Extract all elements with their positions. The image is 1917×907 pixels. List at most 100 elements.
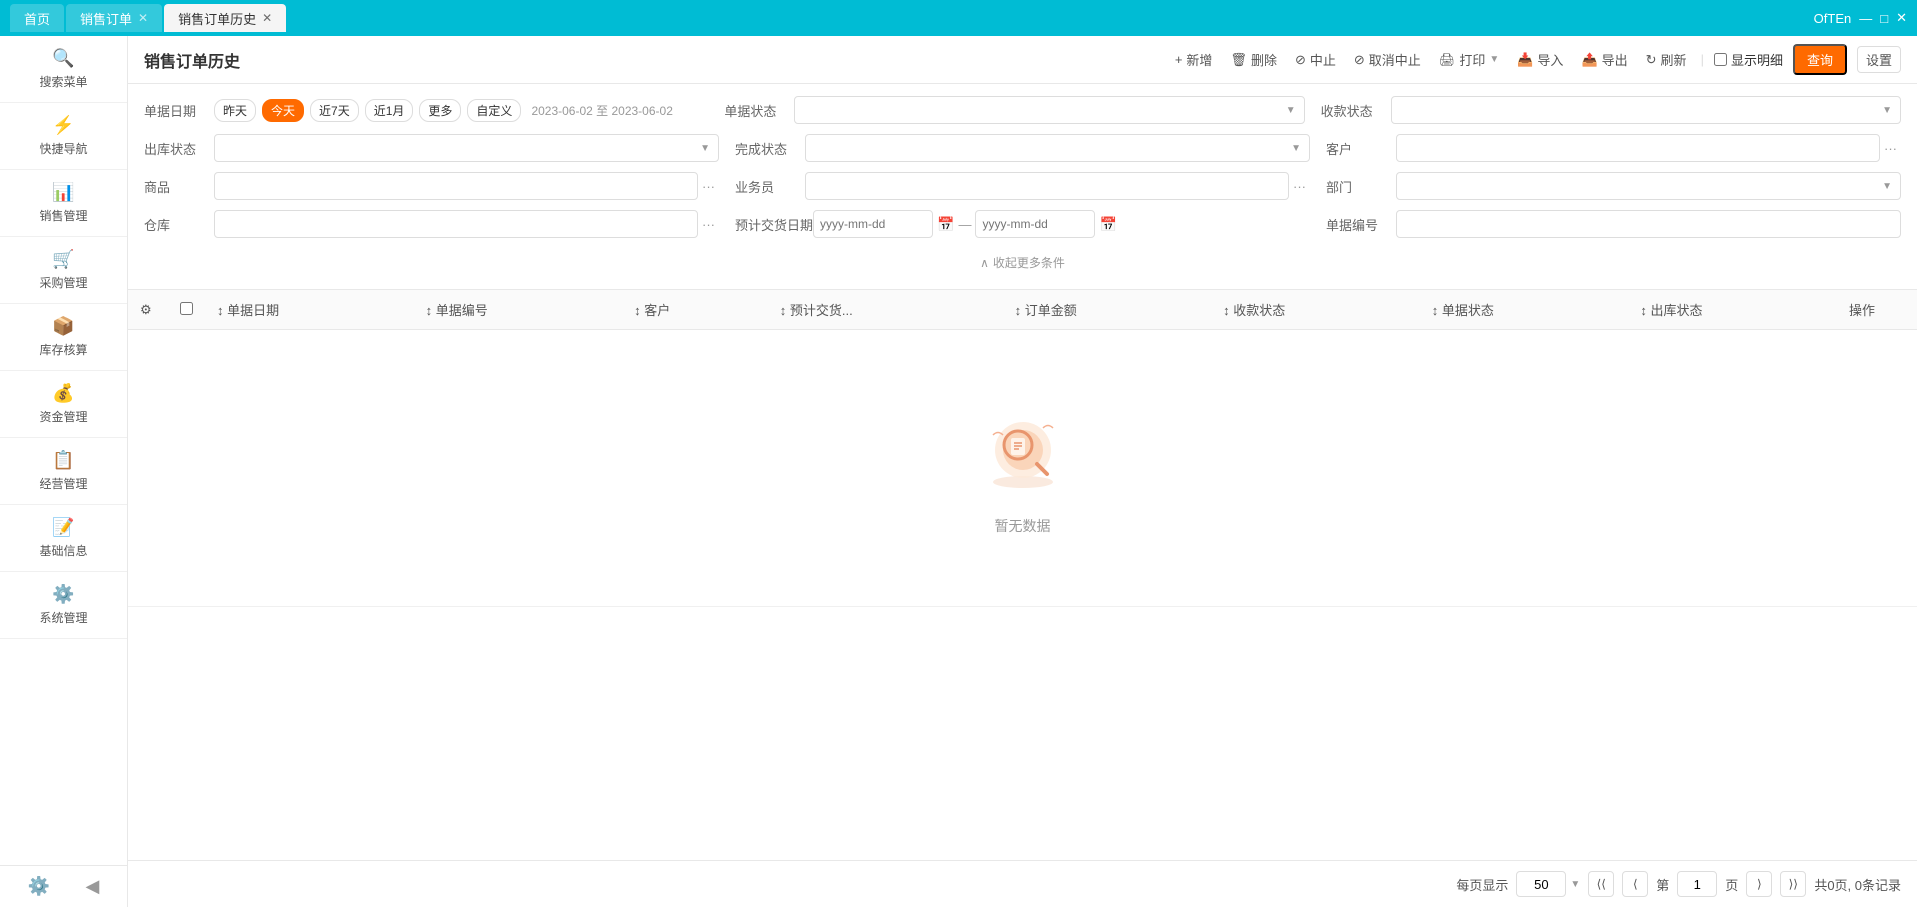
empty-state-row: 暂无数据 — [128, 330, 1917, 607]
table-body: 暂无数据 — [128, 330, 1917, 607]
product-label: 商品 — [144, 177, 214, 196]
query-label: 查询 — [1807, 50, 1833, 69]
col-bill-status: ↕ 单据状态 — [1420, 290, 1629, 330]
product-input[interactable] — [214, 172, 698, 200]
receipt-status-label: 收款状态 — [1321, 101, 1391, 120]
stop-button[interactable]: ⊘ 中止 — [1291, 48, 1340, 71]
col-delivery-date: ↕ 预计交货... — [768, 290, 1003, 330]
warehouse-input[interactable] — [214, 210, 698, 238]
sidebar-item-base-info[interactable]: 📝 基础信息 — [0, 505, 127, 572]
table-area: ⚙ ↕ 单据日期 ↕ 单据编号 — [128, 290, 1917, 860]
sidebar-collapse-icon[interactable]: ◀ — [85, 876, 99, 897]
print-label: 打印 — [1459, 50, 1485, 69]
cancel-stop-icon: ⊘ — [1354, 52, 1365, 68]
bill-status-arrow: ▼ — [1286, 105, 1296, 116]
window-close-btn[interactable]: ✕ — [1896, 10, 1907, 26]
sidebar-settings-icon[interactable]: ⚙️ — [28, 876, 50, 897]
sidebar-item-purchase-mgmt[interactable]: 🛒 采购管理 — [0, 237, 127, 304]
stop-label: 中止 — [1310, 50, 1336, 69]
warehouse-label: 仓库 — [144, 215, 214, 234]
calendar-end-icon[interactable]: 📅 — [1099, 216, 1116, 233]
customer-dots[interactable]: ··· — [1880, 141, 1901, 156]
product-dots[interactable]: ··· — [698, 179, 719, 194]
refresh-icon: ↻ — [1646, 52, 1657, 68]
salesman-dots[interactable]: ··· — [1289, 179, 1310, 194]
bill-number-input[interactable] — [1396, 210, 1901, 238]
col-operation: 操作 — [1837, 290, 1917, 330]
sidebar-item-sales-mgmt[interactable]: 📊 销售管理 — [0, 170, 127, 237]
sidebar-item-quick-nav[interactable]: ⚡ 快捷导航 — [0, 103, 127, 170]
current-page-input[interactable] — [1677, 871, 1717, 897]
collapse-bar[interactable]: ∧ 收起更多条件 — [144, 248, 1901, 277]
window-max-btn[interactable]: □ — [1880, 11, 1888, 26]
bill-status-select[interactable]: ▼ — [794, 96, 1304, 124]
tab-sales-order[interactable]: 销售订单 ✕ — [66, 4, 162, 32]
delivery-date-start[interactable] — [813, 210, 933, 238]
display-columns-label[interactable]: 显示明细 — [1714, 50, 1783, 69]
pagination-bar: 每页显示 ▼ ⟨⟨ ⟨ 第 页 ⟩ ⟩⟩ 共0页, 0条记录 — [128, 860, 1917, 907]
sidebar-item-operations[interactable]: 📋 经营管理 — [0, 438, 127, 505]
tab-sales-order-history-close[interactable]: ✕ — [262, 11, 272, 25]
total-info: 共0页, 0条记录 — [1814, 875, 1901, 894]
col-receipt-status: ↕ 收款状态 — [1211, 290, 1420, 330]
query-button[interactable]: 查询 — [1793, 44, 1847, 75]
tab-sales-order-close[interactable]: ✕ — [138, 11, 148, 25]
date-btn-yesterday[interactable]: 昨天 — [214, 99, 256, 122]
page-size-dropdown-icon[interactable]: ▼ — [1570, 879, 1580, 890]
delivery-date-end[interactable] — [975, 210, 1095, 238]
filter-salesman-item: 业务员 ··· — [735, 172, 1310, 200]
date-range-text: 2023-06-02 至 2023-06-02 — [531, 102, 672, 119]
date-btn-more[interactable]: 更多 — [419, 99, 461, 122]
page-size-selector: ▼ — [1516, 871, 1580, 897]
filter-date-item: 单据日期 昨天 今天 近7天 近1月 更多 自定义 2023-06-02 至 2… — [144, 99, 724, 122]
date-btn-today[interactable]: 今天 — [262, 99, 304, 122]
completion-select[interactable]: ▼ — [805, 134, 1310, 162]
first-page-button[interactable]: ⟨⟨ — [1588, 871, 1614, 897]
sidebar-item-search-menu[interactable]: 🔍 搜索菜单 — [0, 36, 127, 103]
table-gear-icon[interactable]: ⚙ — [140, 302, 152, 317]
base-info-icon: 📝 — [52, 517, 74, 538]
col-bill-number: ↕ 单据编号 — [414, 290, 623, 330]
outbound-select[interactable]: ▼ — [214, 134, 719, 162]
page-size-input[interactable] — [1516, 871, 1566, 897]
sidebar-item-inventory[interactable]: 📦 库存核算 — [0, 304, 127, 371]
display-columns-checkbox[interactable] — [1714, 53, 1727, 66]
col-order-amount-label: 订单金额 — [1025, 303, 1077, 318]
sidebar-item-sys-mgmt[interactable]: ⚙️ 系统管理 — [0, 572, 127, 639]
print-button[interactable]: 🖨 打印 ▼ — [1435, 48, 1503, 71]
new-button[interactable]: + 新增 — [1171, 48, 1217, 71]
sys-mgmt-icon: ⚙️ — [52, 584, 74, 605]
import-button[interactable]: 📥 导入 — [1513, 48, 1567, 71]
prev-page-button[interactable]: ⟨ — [1622, 871, 1648, 897]
salesman-label: 业务员 — [735, 177, 805, 196]
outbound-label: 出库状态 — [144, 139, 214, 158]
window-min-btn[interactable]: — — [1859, 11, 1872, 26]
date-btn-1month[interactable]: 近1月 — [365, 99, 414, 122]
export-button[interactable]: 📤 导出 — [1577, 48, 1631, 71]
main-layout: 🔍 搜索菜单 ⚡ 快捷导航 📊 销售管理 🛒 采购管理 📦 库存核算 💰 资金管… — [0, 36, 1917, 907]
customer-input[interactable] — [1396, 134, 1880, 162]
salesman-input[interactable] — [805, 172, 1289, 200]
refresh-button[interactable]: ↻ 刷新 — [1642, 48, 1691, 71]
cancel-stop-button[interactable]: ⊘ 取消中止 — [1350, 48, 1425, 71]
receipt-status-select[interactable]: ▼ — [1391, 96, 1901, 124]
calendar-start-icon[interactable]: 📅 — [937, 216, 954, 233]
sidebar-item-finance[interactable]: 💰 资金管理 — [0, 371, 127, 438]
page-size-label: 每页显示 — [1456, 875, 1508, 894]
tab-home[interactable]: 首页 — [10, 4, 64, 32]
next-page-button[interactable]: ⟩ — [1746, 871, 1772, 897]
date-btn-custom[interactable]: 自定义 — [467, 99, 521, 122]
select-all-checkbox[interactable] — [180, 302, 193, 315]
sales-mgmt-icon: 📊 — [52, 182, 74, 203]
tab-sales-order-history[interactable]: 销售订单历史 ✕ — [164, 4, 286, 32]
last-page-button[interactable]: ⟩⟩ — [1780, 871, 1806, 897]
warehouse-dots[interactable]: ··· — [698, 217, 719, 232]
collapse-label: 收起更多条件 — [993, 254, 1065, 271]
filter-row-1: 单据日期 昨天 今天 近7天 近1月 更多 自定义 2023-06-02 至 2… — [144, 96, 1901, 124]
department-select[interactable]: ▼ — [1396, 172, 1901, 200]
col-bill-date-label: 单据日期 — [227, 303, 279, 318]
delete-button[interactable]: 🗑 删除 — [1226, 48, 1281, 71]
date-btn-7days[interactable]: 近7天 — [310, 99, 359, 122]
sidebar-item-finance-label: 资金管理 — [39, 408, 87, 425]
settings-button[interactable]: 设置 — [1857, 46, 1901, 73]
